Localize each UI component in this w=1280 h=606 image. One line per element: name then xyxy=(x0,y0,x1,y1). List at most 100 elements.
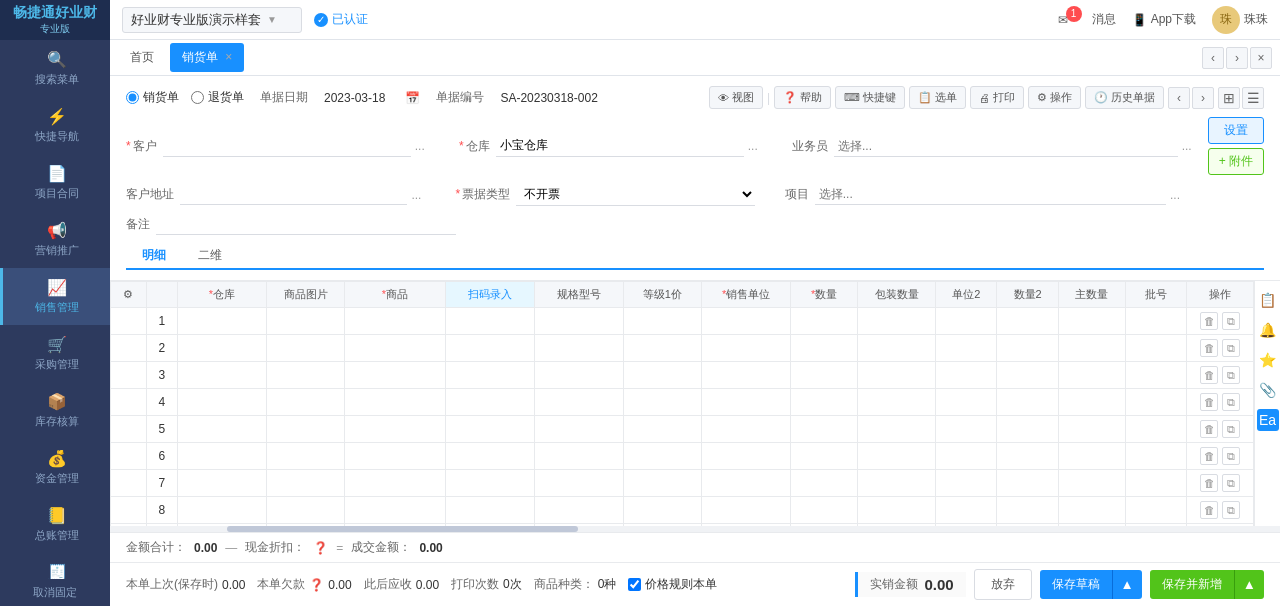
history-button[interactable]: 🕐 历史单据 xyxy=(1085,86,1164,109)
sidebar-item-contract[interactable]: 📄 项目合同 xyxy=(0,154,110,211)
save-draft-arrow[interactable]: ▲ xyxy=(1112,570,1142,599)
price-rule-checkbox[interactable]: 价格规则本单 xyxy=(628,576,717,593)
cell-pack-qty[interactable] xyxy=(858,308,936,335)
panel-star-icon[interactable]: ⭐ xyxy=(1257,349,1279,371)
tab-close-icon[interactable]: × xyxy=(225,50,232,64)
delete-row-icon[interactable]: 🗑 xyxy=(1200,420,1218,438)
tab-next-button[interactable]: › xyxy=(1226,47,1248,69)
calendar-icon[interactable]: 📅 xyxy=(405,91,420,105)
copy-row-icon[interactable]: ⧉ xyxy=(1222,366,1240,384)
company-selector[interactable]: 好业财专业版演示样套 ▼ xyxy=(122,7,302,33)
copy-row-icon[interactable]: ⧉ xyxy=(1222,420,1240,438)
notes-input[interactable] xyxy=(156,214,456,235)
panel-clipboard-icon[interactable]: 📋 xyxy=(1257,289,1279,311)
view-button[interactable]: 👁 视图 xyxy=(709,86,763,109)
cell-unit2[interactable] xyxy=(936,308,997,335)
cell-main-qty[interactable] xyxy=(1058,308,1125,335)
tab-close-button[interactable]: × xyxy=(1250,47,1272,69)
address-dots-icon[interactable]: ... xyxy=(407,188,425,202)
cell-batch-import[interactable] xyxy=(445,308,534,335)
horizontal-scrollbar[interactable] xyxy=(110,526,1280,532)
toolbar-prev[interactable]: ‹ xyxy=(1168,87,1190,109)
sidebar-item-invoice[interactable]: 🧾 发票管理 xyxy=(0,553,110,579)
price-rule-check[interactable] xyxy=(628,578,641,591)
copy-row-icon[interactable]: ⧉ xyxy=(1222,393,1240,411)
tab-prev-button[interactable]: ‹ xyxy=(1202,47,1224,69)
panel-attach-icon[interactable]: 📎 xyxy=(1257,379,1279,401)
cell-batch[interactable] xyxy=(1125,308,1186,335)
sidebar-item-nav[interactable]: ⚡ 快捷导航 xyxy=(0,97,110,154)
toolbar-next[interactable]: › xyxy=(1192,87,1214,109)
attach-button[interactable]: + 附件 xyxy=(1208,148,1264,175)
save-draft-button[interactable]: 保存草稿 xyxy=(1040,570,1112,599)
help-button[interactable]: ❓ 帮助 xyxy=(774,86,831,109)
tab-detail-2d[interactable]: 二维 xyxy=(182,243,238,268)
discount-question-icon[interactable]: ❓ xyxy=(313,541,328,555)
salesperson-dots-icon[interactable]: ... xyxy=(1178,139,1196,153)
shortcuts-button[interactable]: ⌨ 快捷键 xyxy=(835,86,905,109)
delete-row-icon[interactable]: 🗑 xyxy=(1200,393,1218,411)
copy-row-icon[interactable]: ⧉ xyxy=(1222,474,1240,492)
copy-row-icon[interactable]: ⧉ xyxy=(1222,312,1240,330)
address-input[interactable] xyxy=(180,184,407,205)
radio-return[interactable]: 退货单 xyxy=(191,89,244,106)
tab-home[interactable]: 首页 xyxy=(118,43,166,72)
customer-input[interactable] xyxy=(163,136,411,157)
messages-button[interactable]: ✉ 1 消息 xyxy=(1058,11,1116,28)
delete-row-icon[interactable]: 🗑 xyxy=(1200,447,1218,465)
delete-row-icon[interactable]: 🗑 xyxy=(1200,339,1218,357)
copy-row-icon[interactable]: ⧉ xyxy=(1222,447,1240,465)
copy-row-icon[interactable]: ⧉ xyxy=(1222,501,1240,519)
grid-view-icon[interactable]: ⊞ xyxy=(1218,87,1240,109)
th-settings[interactable]: ⚙ xyxy=(111,282,147,308)
tab-sales-order[interactable]: 销货单 × xyxy=(170,43,244,72)
user-menu[interactable]: 珠 珠珠 xyxy=(1212,6,1268,34)
delete-row-icon[interactable]: 🗑 xyxy=(1200,501,1218,519)
operation-button[interactable]: ⚙ 操作 xyxy=(1028,86,1081,109)
delete-row-icon[interactable]: 🗑 xyxy=(1200,474,1218,492)
delete-row-icon[interactable]: 🗑 xyxy=(1200,366,1218,384)
abandon-button[interactable]: 放弃 xyxy=(974,569,1032,600)
sidebar-item-ledger[interactable]: 📒 总账管理 xyxy=(0,496,110,553)
list-view-icon[interactable]: ☰ xyxy=(1242,87,1264,109)
sidebar-item-finance[interactable]: 💰 资金管理 xyxy=(0,439,110,496)
project-dots-icon[interactable]: ... xyxy=(1166,188,1184,202)
sidebar-item-marketing[interactable]: 📢 营销推广 xyxy=(0,211,110,268)
delete-row-icon[interactable]: 🗑 xyxy=(1200,312,1218,330)
print-button[interactable]: 🖨 打印 xyxy=(970,86,1024,109)
setup-button[interactable]: 设置 xyxy=(1208,117,1264,144)
cell-sale-unit[interactable] xyxy=(701,308,790,335)
copy-row-icon[interactable]: ⧉ xyxy=(1222,339,1240,357)
cell-spec[interactable] xyxy=(534,308,623,335)
sidebar-item-sales[interactable]: 📈 销售管理 xyxy=(0,268,110,325)
cell-qty2[interactable] xyxy=(997,308,1058,335)
radio-sale[interactable]: 销货单 xyxy=(126,89,179,106)
cell-product[interactable] xyxy=(345,308,445,335)
sidebar-item-purchase[interactable]: 🛒 采购管理 xyxy=(0,325,110,382)
save-new-button[interactable]: 保存并新增 xyxy=(1150,570,1234,599)
cell-warehouse[interactable] xyxy=(177,308,266,335)
warehouse-dots-icon[interactable]: ... xyxy=(744,139,762,153)
debt-value: 0.00 xyxy=(328,578,351,592)
project-input[interactable] xyxy=(815,184,1166,205)
th-batch-import[interactable]: 扫码录入 xyxy=(445,282,534,308)
debt-question-icon[interactable]: ❓ xyxy=(309,578,324,592)
cell-price1[interactable] xyxy=(623,308,701,335)
panel-active-icon[interactable]: Ea xyxy=(1257,409,1279,431)
cell-image[interactable] xyxy=(267,308,345,335)
sidebar-item-search[interactable]: 🔍 搜索菜单 xyxy=(0,40,110,97)
sidebar-item-inventory[interactable]: 📦 库存核算 xyxy=(0,382,110,439)
tab-detail-mingxi[interactable]: 明细 xyxy=(126,243,182,270)
cell-quantity[interactable] xyxy=(791,308,858,335)
table-wrapper[interactable]: ⚙ *仓库 商品图片 *商品 扫码录入 规格型号 等级1价 *销售单位 *数量 … xyxy=(110,281,1254,526)
panel-bell-icon[interactable]: 🔔 xyxy=(1257,319,1279,341)
salesperson-input[interactable] xyxy=(834,136,1178,157)
customer-dots-icon[interactable]: ... xyxy=(411,139,429,153)
app-download-button[interactable]: 📱 App下载 xyxy=(1132,11,1196,28)
save-new-arrow[interactable]: ▲ xyxy=(1234,570,1264,599)
cancel-pin-button[interactable]: 取消固定 xyxy=(0,579,110,606)
invoice-select[interactable]: 不开票 增值税普通发票 增值税专用发票 xyxy=(516,183,755,205)
scrollbar-thumb[interactable] xyxy=(227,526,578,532)
select-order-button[interactable]: 📋 选单 xyxy=(909,86,966,109)
warehouse-input[interactable] xyxy=(496,136,744,157)
